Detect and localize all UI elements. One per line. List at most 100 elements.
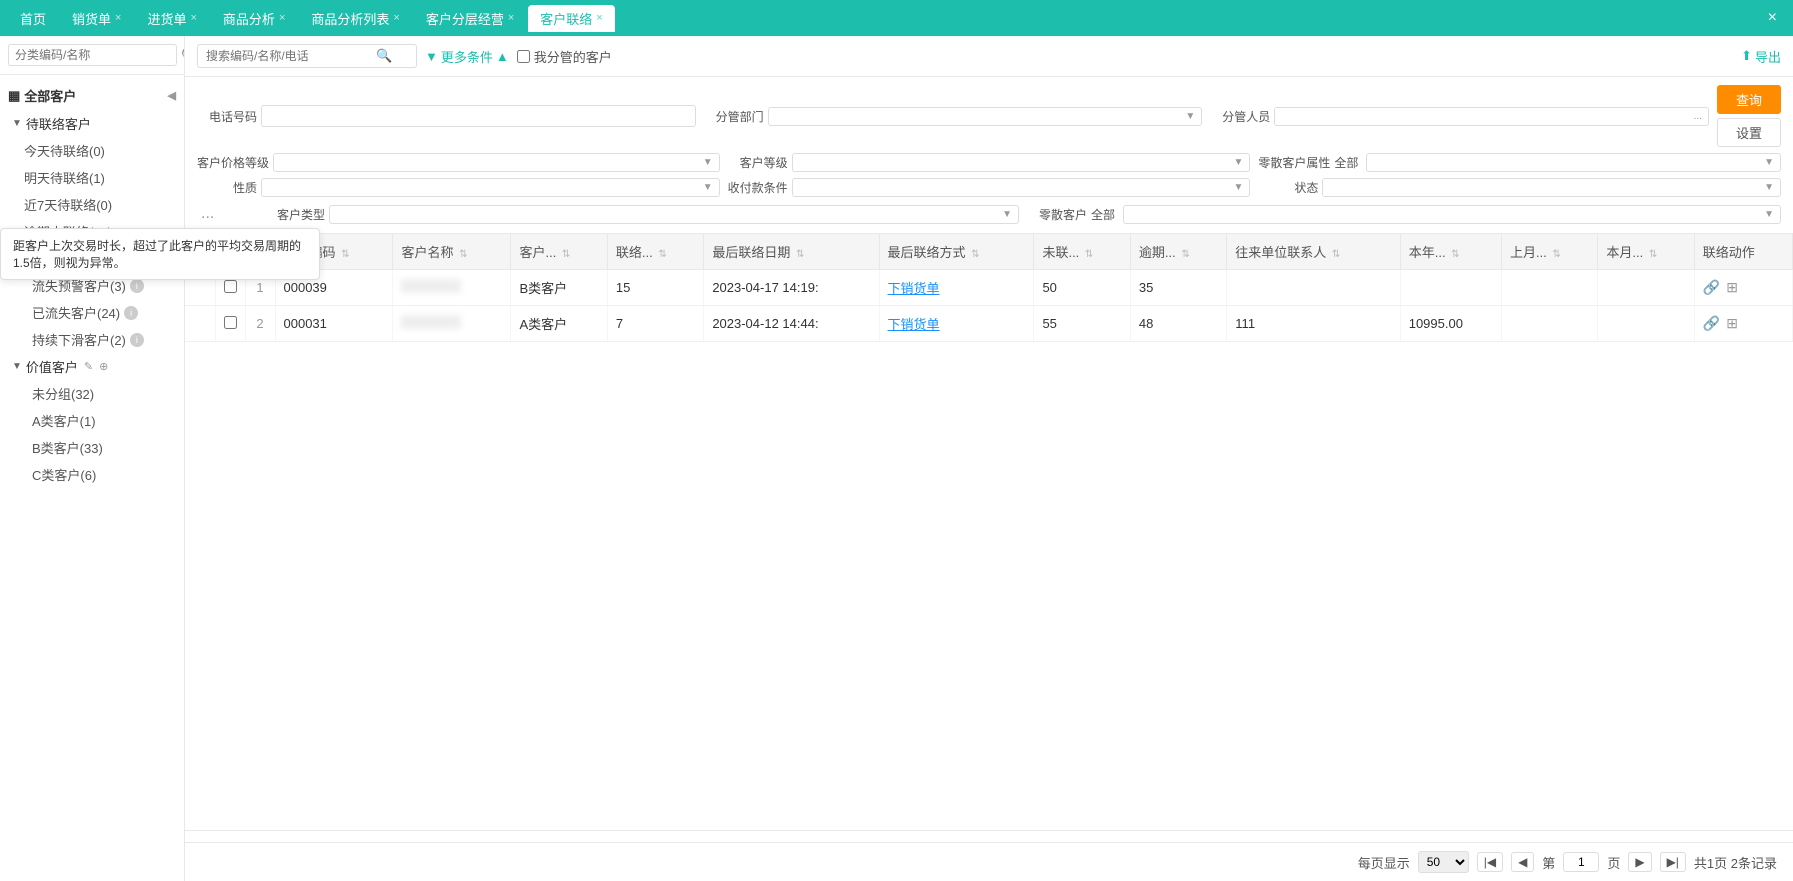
filter-customer-type-select[interactable]: ▼	[329, 205, 1019, 224]
filter-status-select[interactable]: ▼	[1322, 178, 1781, 197]
next-page-btn[interactable]: ▶	[1628, 852, 1651, 872]
horizontal-scrollbar[interactable]	[185, 830, 1793, 842]
close-all-tabs[interactable]: ×	[1760, 5, 1785, 31]
nav-tab-商品分析[interactable]: 商品分析×	[211, 5, 297, 32]
sort-icon-contacts-person[interactable]: ⇅	[1332, 249, 1340, 260]
settings-button[interactable]: 设置	[1717, 118, 1781, 147]
row-last-way-0[interactable]: 下销货单	[879, 270, 1034, 306]
sidebar-item-7days[interactable]: 近7天待联络(0)	[0, 191, 184, 218]
nav-tab-商品分析列表[interactable]: 商品分析列表×	[299, 5, 411, 32]
filter-actions: 查询 设置	[1717, 85, 1781, 147]
sidebar-item-churned[interactable]: 已流失客户(24) i	[0, 299, 184, 326]
sidebar-root-all-customers[interactable]: ▦ 全部客户 ◀	[0, 81, 184, 110]
category-search-input[interactable]	[8, 44, 177, 66]
chevron-down-icon-5: ▼	[1764, 157, 1774, 168]
close-tab-icon[interactable]: ×	[393, 12, 399, 24]
query-button[interactable]: 查询	[1717, 85, 1781, 114]
row-checkbox-0[interactable]	[224, 280, 237, 293]
sidebar-item-declining[interactable]: 持续下滑客户(2) i	[0, 326, 184, 353]
last-way-link-1[interactable]: 下销货单	[888, 317, 940, 332]
action-link-icon-1[interactable]: 🔗	[1703, 315, 1720, 332]
pagination-bar: 每页显示 50 100 200 |◀ ◀ 第 页 ▶ ▶| 共1页 2条记录	[185, 842, 1793, 881]
sidebar-item-tomorrow[interactable]: 明天待联络(1)	[0, 164, 184, 191]
sidebar-collapse-icon[interactable]: ◀	[168, 89, 176, 102]
row-overdue-1: 48	[1130, 306, 1226, 342]
sort-icon-contact[interactable]: ⇅	[658, 249, 666, 260]
row-last-way-1[interactable]: 下销货单	[879, 306, 1034, 342]
first-page-btn[interactable]: |◀	[1477, 852, 1503, 872]
dots-more-button[interactable]: ...	[197, 203, 218, 225]
action-grid-icon-0[interactable]: ⊞	[1726, 279, 1738, 296]
sort-icon-last-way[interactable]: ⇅	[971, 249, 979, 260]
info-icon-3: i	[124, 306, 138, 320]
sidebar-item-ungrouped[interactable]: 未分组(32)	[0, 380, 184, 407]
close-tab-icon[interactable]: ×	[279, 12, 285, 24]
sidebar-item-c-class[interactable]: C类客户(6)	[0, 461, 184, 488]
filter-customer-level-select[interactable]: ▼	[792, 153, 1251, 172]
more-conditions-label: 更多条件	[441, 47, 493, 66]
prev-page-btn[interactable]: ◀	[1511, 852, 1534, 872]
sidebar-section-pending[interactable]: ▼ 待联络客户	[0, 110, 184, 137]
sidebar-group-value-label: 价值客户	[26, 357, 78, 376]
search-input[interactable]	[206, 49, 376, 63]
sidebar-group-value[interactable]: ▼ 价值客户 ✎ ⊕	[0, 353, 184, 380]
content-area: 🔍 ▼ 更多条件 ▲ 我分管的客户 ⬆ 导出 电话号码	[185, 36, 1793, 881]
filter-row-2: 客户价格等级 ▼ 客户等级 ▼ 零散客户属性 全部	[197, 153, 1781, 172]
nav-tab-首页[interactable]: 首页	[8, 5, 58, 32]
filter-retail-attr: 零散客户属性 全部 ▼	[1258, 153, 1781, 172]
nav-tab-客户分层经营[interactable]: 客户分层经营×	[414, 5, 526, 32]
filter-retail-customer-label: 零散客户	[1027, 206, 1087, 223]
row-checkbox-1[interactable]	[224, 316, 237, 329]
row-contact-0: 15	[607, 270, 703, 306]
last-page-btn[interactable]: ▶|	[1660, 852, 1686, 872]
more-conditions-btn[interactable]: ▼ 更多条件 ▲	[425, 47, 509, 66]
action-link-icon-0[interactable]: 🔗	[1703, 279, 1720, 296]
filter-retail-customer: 零散客户 全部 ▼	[1027, 205, 1781, 224]
sort-icon-type[interactable]: ⇅	[562, 249, 570, 260]
filter-nature-select[interactable]: ▼	[261, 178, 720, 197]
nav-tab-进货单[interactable]: 进货单×	[135, 5, 208, 32]
filter-dept-select[interactable]: ▼	[768, 107, 1203, 126]
col-type: 客户... ⇅	[511, 234, 607, 270]
sidebar-item-b-class[interactable]: B类客户(33)	[0, 434, 184, 461]
sort-icon-overdue[interactable]: ⇅	[1181, 249, 1189, 260]
close-tab-icon[interactable]: ×	[508, 12, 514, 24]
page-input[interactable]	[1563, 852, 1599, 872]
row-not-contacted-0: 50	[1034, 270, 1130, 306]
close-tab-icon[interactable]: ×	[115, 12, 121, 24]
my-customers-checkbox[interactable]	[517, 50, 530, 63]
per-page-select[interactable]: 50 100 200	[1418, 851, 1469, 873]
filter-retail-customer-select[interactable]: ▼	[1123, 205, 1781, 224]
last-way-link-0[interactable]: 下销货单	[888, 281, 940, 296]
sidebar-item-a-class[interactable]: A类客户(1)	[0, 407, 184, 434]
action-grid-icon-1[interactable]: ⊞	[1726, 315, 1738, 332]
sort-icon-this-month[interactable]: ⇅	[1649, 249, 1657, 260]
sort-icon-this-year[interactable]: ⇅	[1451, 249, 1459, 260]
sort-icon-last-date[interactable]: ⇅	[796, 249, 804, 260]
nav-tab-销货单[interactable]: 销货单×	[60, 5, 133, 32]
sort-icon-code[interactable]: ⇅	[341, 249, 349, 260]
search-input-icon[interactable]: 🔍	[376, 48, 392, 64]
filter-person-select[interactable]: ...	[1274, 107, 1709, 126]
sort-icon-not-contacted[interactable]: ⇅	[1085, 249, 1093, 260]
filter-retail-attr-select[interactable]: ▼	[1366, 153, 1781, 172]
col-name: 客户名称 ⇅	[393, 234, 511, 270]
sort-icon-last-month[interactable]: ⇅	[1552, 249, 1560, 260]
filter-phone-input[interactable]	[261, 105, 696, 127]
close-tab-icon[interactable]: ×	[190, 12, 196, 24]
my-customers-filter: 我分管的客户	[517, 47, 612, 66]
row-this-month-1	[1598, 306, 1694, 342]
chevron-down-icon-7: ▼	[1233, 182, 1243, 193]
filter-payment-select[interactable]: ▼	[792, 178, 1251, 197]
settings-small-icon[interactable]: ⊕	[99, 360, 108, 373]
edit-icon[interactable]: ✎	[84, 360, 93, 373]
export-btn[interactable]: ⬆ 导出	[1741, 47, 1781, 66]
nav-tab-客户联络[interactable]: 客户联络×	[528, 5, 614, 32]
sidebar-item-today[interactable]: 今天待联络(0)	[0, 137, 184, 164]
close-tab-icon[interactable]: ×	[596, 12, 602, 24]
sort-icon-name[interactable]: ⇅	[459, 249, 467, 260]
per-page-label: 每页显示	[1358, 853, 1410, 872]
filter-price-level: 客户价格等级 ▼	[197, 153, 720, 172]
filter-price-level-select[interactable]: ▼	[273, 153, 720, 172]
row-check-1[interactable]	[215, 306, 245, 342]
